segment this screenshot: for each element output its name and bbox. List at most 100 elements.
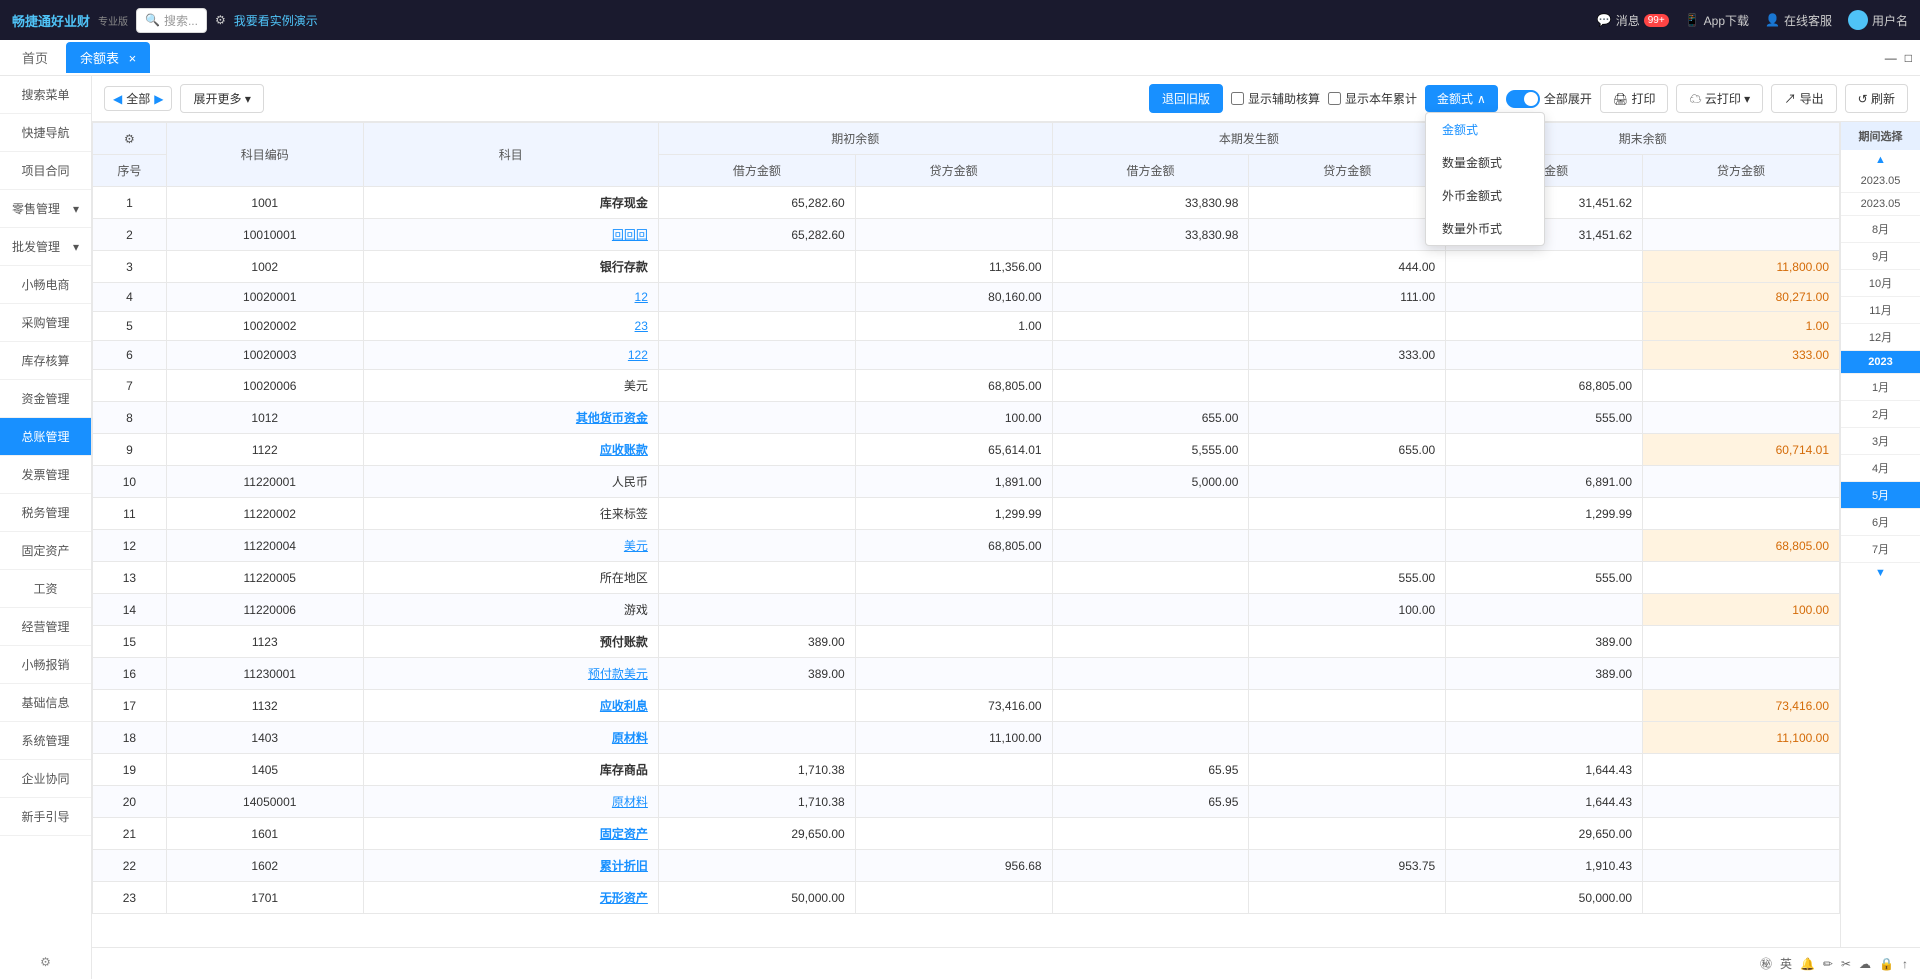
row-subject[interactable]: 无形资产 [363, 882, 658, 914]
row-subject[interactable]: 回回回 [363, 219, 658, 251]
period-month-3[interactable]: 3月 [1841, 428, 1920, 455]
bottom-btn-up[interactable]: ↑ [1902, 957, 1908, 971]
menu-item-amount[interactable]: 金额式 [1426, 113, 1544, 146]
sidebar-item-system[interactable]: 系统管理 [0, 722, 91, 760]
sidebar-item-nav[interactable]: 快捷导航 [0, 114, 91, 152]
sidebar-item-purchase[interactable]: 采购管理 [0, 304, 91, 342]
row-opening-debit [658, 370, 855, 402]
period-month-2[interactable]: 2月 [1841, 401, 1920, 428]
period-month-10[interactable]: 10月 [1841, 270, 1920, 297]
amount-type-dropdown[interactable]: 金额式 ∧ 金额式 数量金额式 外币金额式 数量外币式 [1425, 85, 1498, 112]
bottom-btn-notify[interactable]: 🔔 [1800, 957, 1815, 971]
sidebar-item-basic[interactable]: 基础信息 [0, 684, 91, 722]
row-subject[interactable]: 12 [363, 283, 658, 312]
row-subject[interactable]: 其他货币资金 [363, 402, 658, 434]
sidebar-item-ledger[interactable]: 总账管理 [0, 418, 91, 456]
period-month-4[interactable]: 4月 [1841, 455, 1920, 482]
sidebar-item-retail[interactable]: 零售管理 ▾ [0, 190, 91, 228]
sidebar-item-management[interactable]: 经营管理 [0, 608, 91, 646]
sidebar-item-search[interactable]: 搜索菜单 [0, 76, 91, 114]
row-subject[interactable]: 累计折旧 [363, 850, 658, 882]
period-month-8[interactable]: 8月 [1841, 216, 1920, 243]
period-month-5[interactable]: 5月 [1841, 482, 1920, 509]
row-subject: 游戏 [363, 594, 658, 626]
sidebar-item-inventory[interactable]: 库存核算 [0, 342, 91, 380]
tab-balance[interactable]: 余额表 × [66, 42, 150, 73]
row-subject[interactable]: 应收账款 [363, 434, 658, 466]
amount-type-btn[interactable]: 金额式 ∧ [1425, 85, 1498, 112]
row-current-debit [1052, 341, 1249, 370]
period-month-12[interactable]: 12月 [1841, 324, 1920, 351]
sidebar-item-assets[interactable]: 固定资产 [0, 532, 91, 570]
sidebar-item-expense[interactable]: 小畅报销 [0, 646, 91, 684]
refresh-btn[interactable]: ↺ 刷新 [1845, 84, 1908, 113]
bottom-btn-lang[interactable]: 英 [1780, 955, 1792, 972]
print-btn[interactable]: 🖨 打印 [1600, 84, 1669, 113]
expand-more-btn[interactable]: 展开更多 ▾ [180, 84, 263, 113]
chevron-down-icon: ▾ [73, 240, 79, 254]
top-search-bar[interactable]: 🔍 搜索... [136, 8, 207, 33]
period-year-2023[interactable]: 2023 [1841, 351, 1920, 374]
period-month-9[interactable]: 9月 [1841, 243, 1920, 270]
period-month-1[interactable]: 1月 [1841, 374, 1920, 401]
sidebar-item-invoice[interactable]: 发票管理 [0, 456, 91, 494]
bottom-btn-cut[interactable]: ✂ [1841, 957, 1851, 971]
table-settings-col[interactable]: ⚙ [93, 123, 167, 155]
nav-right-icon[interactable]: ▶ [154, 92, 163, 106]
sidebar-item-salary[interactable]: 工资 [0, 570, 91, 608]
row-closing-debit: 29,650.00 [1446, 818, 1643, 850]
show-assist-checkbox[interactable]: 显示辅助核算 [1231, 90, 1320, 107]
period-nav-down[interactable]: ▼ [1841, 563, 1920, 583]
show-yearly-checkbox[interactable]: 显示本年累计 [1328, 90, 1417, 107]
row-subject[interactable]: 23 [363, 312, 658, 341]
period-end-date[interactable]: 2023.05 [1841, 193, 1920, 216]
window-max-btn[interactable]: □ [1905, 51, 1912, 65]
sidebar-item-project[interactable]: 项目合同 [0, 152, 91, 190]
sidebar-settings-btn[interactable]: ⚙ [0, 945, 91, 979]
period-start-date[interactable]: 2023.05 [1841, 170, 1920, 193]
subject-search[interactable]: ◀ 全部 ▶ [104, 86, 172, 111]
sidebar-item-ecommerce[interactable]: 小畅电商 [0, 266, 91, 304]
row-subject[interactable]: 原材料 [363, 786, 658, 818]
toggle-switch[interactable] [1506, 90, 1540, 108]
window-min-btn[interactable]: — [1885, 51, 1897, 65]
bottom-btn-1[interactable]: ㊙ [1760, 955, 1772, 972]
return-old-btn[interactable]: 退回旧版 [1149, 84, 1223, 113]
menu-item-quantity-amount[interactable]: 数量金额式 [1426, 146, 1544, 179]
row-subject[interactable]: 预付款美元 [363, 658, 658, 690]
period-month-6[interactable]: 6月 [1841, 509, 1920, 536]
tab-close-btn[interactable]: × [129, 51, 137, 66]
bottom-btn-edit[interactable]: ✏ [1823, 957, 1833, 971]
demo-link[interactable]: 我要看实例演示 [234, 12, 318, 29]
settings-icon[interactable]: ⚙ [215, 13, 226, 27]
user-btn[interactable]: 用户名 [1848, 10, 1908, 30]
bottom-btn-cloud[interactable]: ☁ [1859, 957, 1871, 971]
row-subject[interactable]: 应收利息 [363, 690, 658, 722]
menu-item-currency-amount[interactable]: 外币金额式 [1426, 179, 1544, 212]
menu-item-quantity-currency[interactable]: 数量外币式 [1426, 212, 1544, 245]
tab-home[interactable]: 首页 [8, 42, 62, 73]
cloud-print-btn[interactable]: ☁ 云打印 ▾ [1676, 84, 1763, 113]
search-placeholder: 搜索... [164, 12, 198, 29]
message-btn[interactable]: 💬 消息 99+ [1597, 12, 1669, 29]
period-month-11[interactable]: 11月 [1841, 297, 1920, 324]
app-download-btn[interactable]: 📱 App下载 [1685, 12, 1749, 29]
bottom-btn-lock[interactable]: 🔒 [1879, 957, 1894, 971]
nav-left-icon[interactable]: ◀ [113, 92, 122, 106]
sidebar-item-cooperation[interactable]: 企业协同 [0, 760, 91, 798]
sidebar-item-capital[interactable]: 资金管理 [0, 380, 91, 418]
export-btn[interactable]: ↗ 导出 [1771, 84, 1836, 113]
sidebar-item-guide[interactable]: 新手引导 [0, 798, 91, 836]
row-subject[interactable]: 固定资产 [363, 818, 658, 850]
row-subject[interactable]: 原材料 [363, 722, 658, 754]
online-service-btn[interactable]: 👤 在线客服 [1765, 12, 1832, 29]
sidebar-item-wholesale[interactable]: 批发管理 ▾ [0, 228, 91, 266]
row-subject[interactable]: 122 [363, 341, 658, 370]
period-month-7[interactable]: 7月 [1841, 536, 1920, 563]
chevron-down-icon: ▾ [1744, 92, 1750, 106]
period-nav-up[interactable]: ▲ [1841, 150, 1920, 170]
sidebar-item-tax[interactable]: 税务管理 [0, 494, 91, 532]
expand-all-toggle[interactable]: 全部展开 [1506, 90, 1592, 108]
column-settings-icon[interactable]: ⚙ [124, 132, 135, 146]
row-subject[interactable]: 美元 [363, 530, 658, 562]
